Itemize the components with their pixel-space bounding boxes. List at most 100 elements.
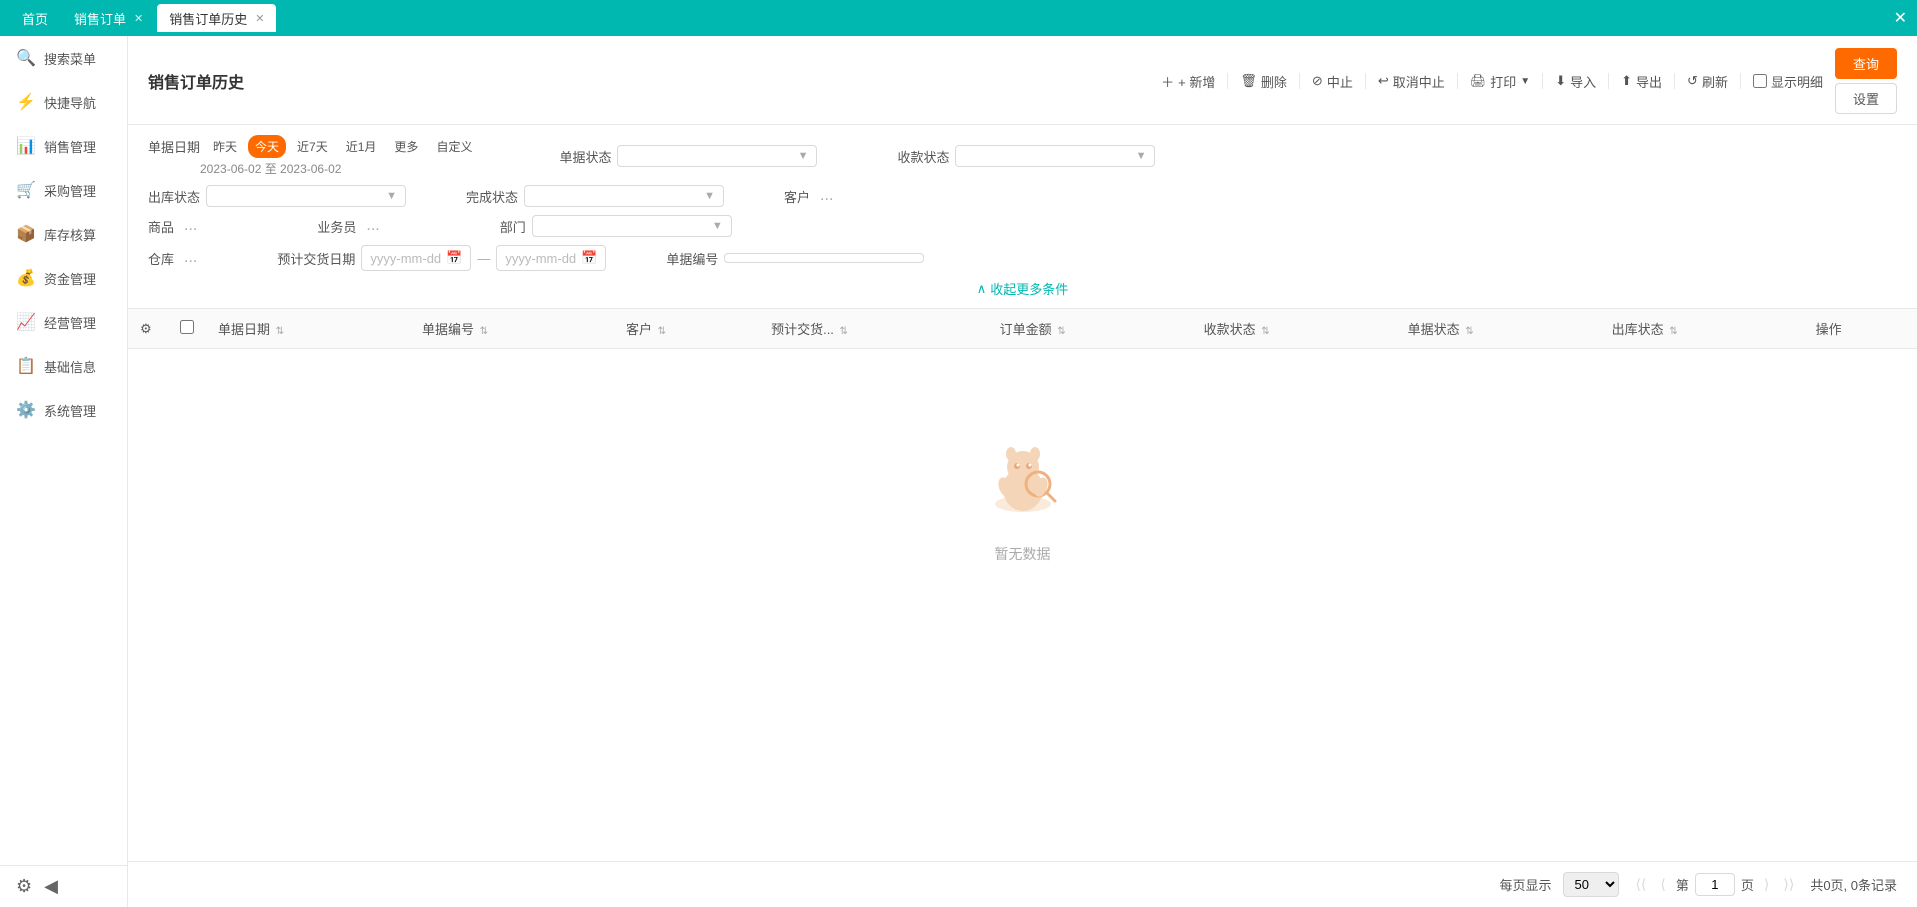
refresh-button[interactable]: ↺ 刷新 — [1687, 72, 1728, 91]
complete-status-label: 完成状态 — [466, 187, 518, 206]
tab-sales-order-close[interactable]: ✕ — [134, 12, 143, 25]
col-doc-status[interactable]: 单据状态 ⇅ — [1396, 309, 1600, 349]
collapse-row[interactable]: ∧ 收起更多条件 — [148, 279, 1897, 298]
refresh-icon: ↺ — [1687, 73, 1698, 89]
date-btn-custom[interactable]: 自定义 — [429, 135, 479, 158]
doc-number-label: 单据编号 — [666, 249, 718, 268]
sep4 — [1457, 73, 1458, 89]
col-expected-delivery[interactable]: 预计交货... ⇅ — [759, 309, 988, 349]
warehouse-dots[interactable]: ... — [184, 249, 197, 267]
sidebar-item-finance-mgmt[interactable]: 💰 资金管理 — [0, 256, 127, 300]
quick-nav-icon: ⚡ — [16, 92, 36, 112]
display-detail-checkbox-label[interactable]: 显示明细 — [1753, 72, 1823, 91]
delivery-date-start-input[interactable]: yyyy-mm-dd 📅 — [361, 245, 471, 271]
setting-button[interactable]: 设置 — [1835, 83, 1897, 114]
doc-number-input[interactable] — [724, 253, 924, 263]
import-button[interactable]: ⬇ 导入 — [1555, 72, 1596, 91]
sidebar-item-purchase-mgmt[interactable]: 🛒 采购管理 — [0, 168, 127, 212]
total-info: 共0页, 0条记录 — [1810, 875, 1897, 894]
delete-button[interactable]: 🗑 删除 — [1240, 72, 1287, 91]
system-mgmt-icon: ⚙️ — [16, 400, 36, 420]
sidebar-item-operations-mgmt[interactable]: 📈 经营管理 — [0, 300, 127, 344]
date-btn-7days[interactable]: 近7天 — [290, 135, 335, 158]
filter-salesperson-item: 业务员 ... — [317, 217, 379, 236]
table-area: ⚙ 单据日期 ⇅ 单据编号 ⇅ 客户 — [128, 309, 1917, 861]
out-status-select[interactable]: ▼ — [206, 185, 406, 207]
operations-mgmt-icon: 📈 — [16, 312, 36, 332]
last-page-icon[interactable]: ⟩⟩ — [1779, 874, 1798, 895]
stop-button[interactable]: ⊘ 中止 — [1312, 72, 1353, 91]
table-header-row: ⚙ 单据日期 ⇅ 单据编号 ⇅ 客户 — [128, 309, 1917, 349]
filter-out-status-item: 出库状态 ▼ — [148, 185, 406, 207]
new-button[interactable]: ＋ + 新增 — [1161, 72, 1215, 91]
col-out-status[interactable]: 出库状态 ⇅ — [1600, 309, 1804, 349]
display-detail-checkbox[interactable] — [1753, 74, 1767, 88]
cancel-stop-icon: ↩ — [1378, 73, 1389, 89]
delivery-date-end-input[interactable]: yyyy-mm-dd 📅 — [496, 245, 606, 271]
basic-info-icon: 📋 — [16, 356, 36, 376]
date-btn-yesterday[interactable]: 昨天 — [206, 135, 244, 158]
prev-page-icon[interactable]: ⟨ — [1656, 874, 1669, 895]
sidebar: 🔍 搜索菜单 ⚡ 快捷导航 📊 销售管理 🛒 采购管理 📦 库存核算 💰 资金管… — [0, 36, 128, 907]
export-button[interactable]: ⬆ 导出 — [1621, 72, 1662, 91]
doc-status-label: 单据状态 — [559, 147, 611, 166]
tab-list: 首页 销售订单 ✕ 销售订单历史 ✕ — [10, 4, 1894, 32]
cancel-stop-button[interactable]: ↩ 取消中止 — [1378, 72, 1445, 91]
print-icon: 🖨 — [1470, 73, 1487, 89]
sidebar-item-search-menu[interactable]: 🔍 搜索菜单 — [0, 36, 127, 80]
filter-delivery-date-item: 预计交货日期 yyyy-mm-dd 📅 — yyyy-mm-dd 📅 — [277, 245, 606, 271]
doc-status-select[interactable]: ▼ — [617, 145, 817, 167]
col-receipt-status[interactable]: 收款状态 ⇅ — [1192, 309, 1396, 349]
sidebar-item-quick-nav[interactable]: ⚡ 快捷导航 — [0, 80, 127, 124]
department-select[interactable]: ▼ — [532, 215, 732, 237]
sidebar-item-sales-mgmt[interactable]: 📊 销售管理 — [0, 124, 127, 168]
select-all-checkbox[interactable] — [180, 320, 194, 334]
filter-department-item: 部门 ▼ — [500, 215, 732, 237]
salesperson-label: 业务员 — [317, 217, 356, 236]
tab-home[interactable]: 首页 — [10, 4, 60, 32]
page-input[interactable] — [1695, 873, 1735, 896]
complete-status-select[interactable]: ▼ — [524, 185, 724, 207]
customer-dots[interactable]: ... — [820, 187, 833, 205]
sidebar-item-inventory-calc[interactable]: 📦 库存核算 — [0, 212, 127, 256]
sort-icon-receipt-status: ⇅ — [1261, 326, 1269, 337]
print-button[interactable]: 🖨 打印 ▼ — [1470, 72, 1530, 91]
sort-icon-order-amount: ⇅ — [1057, 326, 1065, 337]
col-order-amount[interactable]: 订单金额 ⇅ — [988, 309, 1192, 349]
collapse-sidebar-icon[interactable]: ◀ — [44, 876, 58, 897]
settings-icon[interactable]: ⚙ — [16, 876, 32, 897]
col-customer[interactable]: 客户 ⇅ — [614, 309, 759, 349]
receipt-status-select[interactable]: ▼ — [955, 145, 1155, 167]
customer-label: 客户 — [784, 187, 810, 206]
first-page-icon[interactable]: ⟨⟨ — [1631, 874, 1650, 895]
tab-sales-order-history[interactable]: 销售订单历史 ✕ — [157, 4, 276, 32]
query-button[interactable]: 查询 — [1835, 48, 1897, 79]
filter-row-3: 商品 ... 业务员 ... 部门 ▼ — [148, 215, 1897, 237]
next-page-icon[interactable]: ⟩ — [1760, 874, 1773, 895]
date-btn-1month[interactable]: 近1月 — [339, 135, 384, 158]
product-label: 商品 — [148, 217, 174, 236]
date-separator: — — [477, 251, 490, 266]
sidebar-item-basic-info[interactable]: 📋 基础信息 — [0, 344, 127, 388]
tab-sales-order-history-close[interactable]: ✕ — [255, 12, 264, 25]
date-btn-group: 昨天 今天 近7天 近1月 更多 自定义 — [206, 135, 479, 158]
sidebar-bottom: ⚙ ◀ — [0, 865, 127, 907]
page-title: 销售订单历史 — [148, 69, 244, 93]
out-status-arrow-icon: ▼ — [386, 190, 397, 202]
top-bar-right: ✕ — [1894, 8, 1907, 28]
window-close-icon[interactable]: ✕ — [1894, 8, 1907, 28]
salesperson-dots[interactable]: ... — [366, 217, 379, 235]
page-size-select[interactable]: 50 20 100 — [1563, 872, 1619, 897]
sidebar-item-system-mgmt[interactable]: ⚙️ 系统管理 — [0, 388, 127, 432]
stop-icon: ⊘ — [1312, 73, 1323, 89]
tab-sales-order[interactable]: 销售订单 ✕ — [62, 4, 155, 32]
col-doc-number[interactable]: 单据编号 ⇅ — [410, 309, 614, 349]
date-btn-today[interactable]: 今天 — [248, 135, 286, 158]
table-settings-col[interactable]: ⚙ — [128, 309, 168, 349]
date-btn-more[interactable]: 更多 — [387, 135, 425, 158]
print-arrow-icon: ▼ — [1520, 76, 1530, 87]
col-doc-date[interactable]: 单据日期 ⇅ — [206, 309, 410, 349]
page-label: 第 — [1676, 875, 1689, 894]
product-dots[interactable]: ... — [184, 217, 197, 235]
sort-icon-expected-delivery: ⇅ — [840, 326, 848, 337]
